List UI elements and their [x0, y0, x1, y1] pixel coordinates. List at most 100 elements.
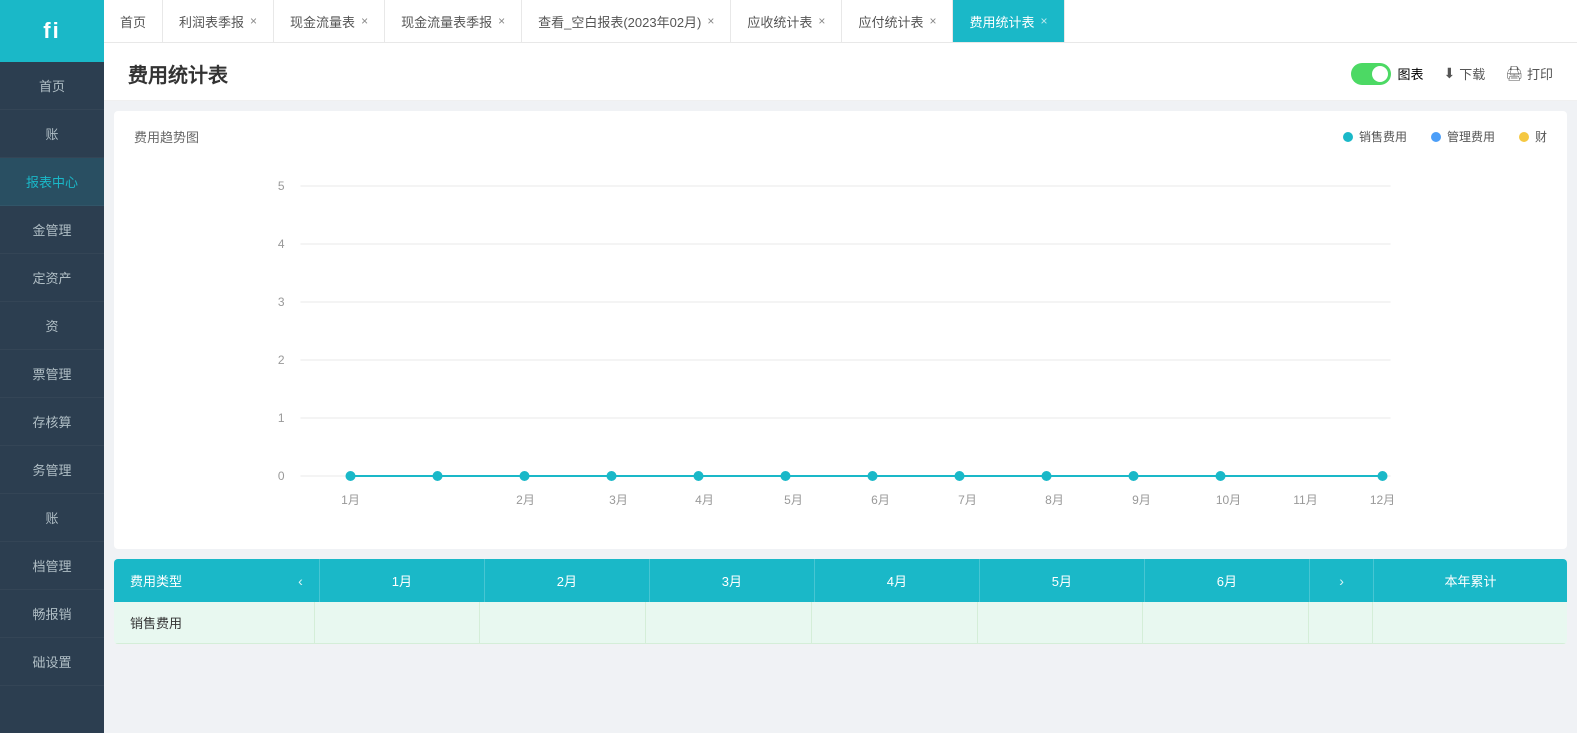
svg-text:10月: 10月 [1216, 493, 1241, 507]
tab-close-3[interactable]: × [498, 14, 505, 28]
print-icon: 🖨 [1505, 65, 1523, 82]
chart-toggle[interactable] [1351, 63, 1391, 85]
sidebar-item-archive[interactable]: 档管理 [0, 542, 104, 590]
tab-close-1[interactable]: × [250, 14, 257, 28]
tab-cashflow-quarterly[interactable]: 现金流量表季报 × [385, 0, 522, 42]
sidebar-item-assets[interactable]: 定资产 [0, 254, 104, 302]
svg-text:7月: 7月 [958, 493, 977, 507]
tab-expense[interactable]: 费用统计表 × [953, 0, 1064, 42]
table-row-sales: 销售费用 [114, 602, 1567, 644]
header-col-2: 2月 [485, 559, 650, 602]
svg-text:3: 3 [278, 295, 285, 309]
sidebar-item-ledger[interactable]: 账 [0, 110, 104, 158]
svg-text:6月: 6月 [871, 493, 890, 507]
content-area: 费用统计表 图表 ⬇ 下载 🖨 打印 费用趋势图 [104, 43, 1577, 733]
svg-text:8月: 8月 [1045, 493, 1064, 507]
tab-cashflow[interactable]: 现金流量表 × [274, 0, 385, 42]
legend-dot-finance [1519, 132, 1529, 142]
header-type-col: 费用类型 ‹ [114, 559, 320, 602]
download-label: 下载 [1459, 64, 1485, 83]
page-header: 费用统计表 图表 ⬇ 下载 🖨 打印 [104, 43, 1577, 101]
legend-admin-expense: 管理费用 [1431, 128, 1495, 145]
header-col-4: 4月 [815, 559, 980, 602]
next-month-button[interactable]: › [1310, 559, 1374, 602]
legend-dot-admin [1431, 132, 1441, 142]
prev-month-button[interactable]: ‹ [298, 573, 303, 589]
sidebar-item-reimbursement[interactable]: 畅报销 [0, 590, 104, 638]
tab-close-2[interactable]: × [361, 14, 368, 28]
print-button[interactable]: 🖨 打印 [1505, 64, 1553, 83]
header-col-5: 5月 [980, 559, 1145, 602]
main-area: 首页 利润表季报 × 现金流量表 × 现金流量表季报 × 查看_空白报表(202… [104, 0, 1577, 733]
data-table: 费用类型 ‹ 1月 2月 3月 4月 5月 6月 › 本年累计 销售费用 [114, 559, 1567, 644]
svg-text:1月: 1月 [341, 493, 360, 507]
legend-finance-expense: 财 [1519, 128, 1547, 145]
header-type-label: 费用类型 [130, 571, 182, 590]
legend-sales-expense: 销售费用 [1343, 128, 1407, 145]
chart-toggle-wrap[interactable]: 图表 [1351, 63, 1423, 85]
download-icon: ⬇ [1443, 65, 1455, 82]
chart-header: 费用趋势图 销售费用 管理费用 财 [134, 127, 1547, 146]
svg-text:1: 1 [278, 411, 285, 425]
tab-close-5[interactable]: × [818, 14, 825, 28]
sidebar-item-service[interactable]: 务管理 [0, 446, 104, 494]
svg-text:4: 4 [278, 237, 285, 251]
chart-toggle-label: 图表 [1397, 64, 1423, 83]
tab-close-7[interactable]: × [1040, 14, 1047, 28]
data-cell-2 [480, 602, 646, 643]
tab-bar: 首页 利润表季报 × 现金流量表 × 现金流量表季报 × 查看_空白报表(202… [104, 0, 1577, 43]
sidebar-item-home[interactable]: 首页 [0, 62, 104, 110]
next-icon[interactable]: › [1339, 573, 1344, 589]
header-col-6: 6月 [1145, 559, 1310, 602]
svg-text:5月: 5月 [784, 493, 803, 507]
tab-payable[interactable]: 应付统计表 × [842, 0, 953, 42]
legend-label-sales: 销售费用 [1359, 128, 1407, 145]
data-type-cell: 销售费用 [114, 602, 315, 643]
header-col-3: 3月 [650, 559, 815, 602]
chart-section: 费用趋势图 销售费用 管理费用 财 [114, 111, 1567, 549]
print-label: 打印 [1527, 64, 1553, 83]
data-cell-spacer [1309, 602, 1373, 643]
chart-title: 费用趋势图 [134, 127, 199, 146]
svg-text:11月: 11月 [1293, 493, 1317, 507]
sidebar-logo: fi [0, 0, 104, 62]
legend-label-admin: 管理费用 [1447, 128, 1495, 145]
sidebar-item-inventory[interactable]: 存核算 [0, 398, 104, 446]
svg-text:4月: 4月 [695, 493, 714, 507]
data-cell-4 [812, 602, 978, 643]
sidebar-item-reports[interactable]: 报表中心 [0, 158, 104, 206]
tab-home[interactable]: 首页 [104, 0, 163, 42]
header-col-1: 1月 [320, 559, 485, 602]
sidebar-item-salary[interactable]: 资 [0, 302, 104, 350]
svg-text:3月: 3月 [609, 493, 628, 507]
chart-legend: 销售费用 管理费用 财 [1343, 128, 1547, 145]
header-total-col: 本年累计 [1374, 559, 1567, 602]
svg-text:9月: 9月 [1132, 493, 1151, 507]
tab-close-4[interactable]: × [707, 14, 714, 28]
data-cell-1 [315, 602, 481, 643]
sidebar-item-cash[interactable]: 金管理 [0, 206, 104, 254]
tab-receivable[interactable]: 应收统计表 × [731, 0, 842, 42]
svg-text:0: 0 [278, 469, 285, 483]
line-chart: 5 4 3 2 1 0 1月 2月 3月 4月 5月 6月 7月 8月 9月 [134, 156, 1547, 526]
header-actions: 图表 ⬇ 下载 🖨 打印 [1351, 63, 1553, 85]
data-total-cell [1373, 602, 1567, 643]
sidebar-item-settings[interactable]: 础设置 [0, 638, 104, 686]
download-button[interactable]: ⬇ 下载 [1443, 64, 1485, 83]
data-cell-3 [646, 602, 812, 643]
tab-close-6[interactable]: × [929, 14, 936, 28]
svg-text:2: 2 [278, 353, 285, 367]
data-cell-5 [978, 602, 1144, 643]
tab-profit-quarterly[interactable]: 利润表季报 × [163, 0, 274, 42]
svg-text:5: 5 [278, 179, 285, 193]
sidebar-item-account2[interactable]: 账 [0, 494, 104, 542]
legend-dot-sales [1343, 132, 1353, 142]
tab-blank-report[interactable]: 查看_空白报表(2023年02月) × [522, 0, 731, 42]
chart-container: 5 4 3 2 1 0 1月 2月 3月 4月 5月 6月 7月 8月 9月 [134, 156, 1547, 529]
sidebar-item-invoice[interactable]: 票管理 [0, 350, 104, 398]
svg-text:12月: 12月 [1370, 493, 1395, 507]
legend-label-finance: 财 [1535, 128, 1547, 145]
sidebar: fi 首页 账 报表中心 金管理 定资产 资 票管理 存核算 务管理 账 档管理… [0, 0, 104, 733]
page-title: 费用统计表 [128, 59, 228, 88]
svg-text:2月: 2月 [516, 493, 535, 507]
